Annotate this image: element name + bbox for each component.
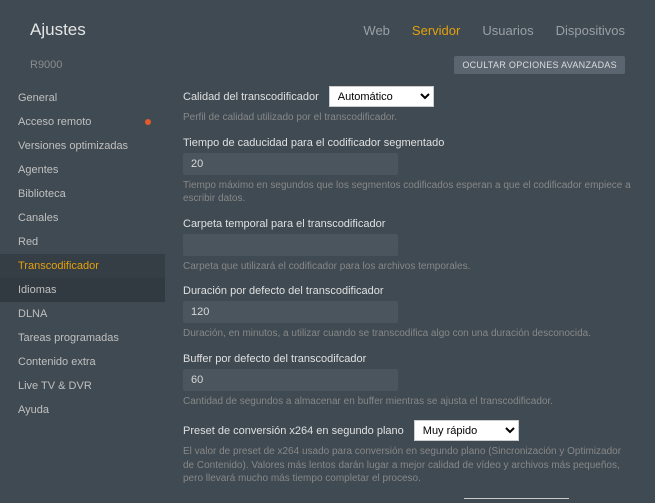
sidebar-item-label: General — [18, 92, 57, 104]
tempdir-input[interactable] — [183, 234, 398, 256]
alert-dot-icon — [145, 119, 151, 125]
sidebar-item-label: Agentes — [18, 164, 58, 176]
settings-form: Calidad del transcodificador Automático … — [165, 86, 655, 499]
sidebar-item-label: Tareas programadas — [18, 332, 119, 344]
timeout-label: Tiempo de caducidad para el codificador … — [183, 137, 633, 149]
sidebar-item-label: Contenido extra — [18, 356, 96, 368]
toggle-advanced-button[interactable]: OCULTAR OPCIONES AVANZADAS — [454, 56, 625, 74]
sidebar-item-acceso-remoto[interactable]: Acceso remoto — [0, 110, 165, 134]
sidebar-item-label: Acceso remoto — [18, 116, 91, 128]
sidebar-item-tareas-programadas[interactable]: Tareas programadas — [0, 326, 165, 350]
preset-label: Preset de conversión x264 en segundo pla… — [183, 425, 404, 437]
sidebar-item-general[interactable]: General — [0, 86, 165, 110]
sidebar-item-dlna[interactable]: DLNA — [0, 302, 165, 326]
sidebar-item-label: Red — [18, 236, 38, 248]
maxconv-select[interactable]: Ilimitado — [464, 498, 569, 500]
server-name: R9000 — [30, 59, 62, 71]
duration-label: Duración por defecto del transcodificado… — [183, 285, 633, 297]
tab-web[interactable]: Web — [363, 23, 390, 38]
preset-help: El valor de preset de x264 usado para co… — [183, 445, 633, 486]
sidebar-item-canales[interactable]: Canales — [0, 206, 165, 230]
quality-select[interactable]: Automático — [329, 86, 434, 107]
tab-dispositivos[interactable]: Dispositivos — [556, 23, 625, 38]
timeout-input[interactable] — [183, 153, 398, 175]
duration-input[interactable] — [183, 301, 398, 323]
buffer-input[interactable] — [183, 369, 398, 391]
sidebar-item-label: Idiomas — [18, 284, 57, 296]
sidebar-item-contenido-extra[interactable]: Contenido extra — [0, 350, 165, 374]
buffer-label: Buffer por defecto del transcodifcador — [183, 353, 633, 365]
header: Ajustes Web Servidor Usuarios Dispositiv… — [0, 0, 655, 50]
tab-usuarios[interactable]: Usuarios — [482, 23, 533, 38]
sidebar-item-transcodificador[interactable]: Transcodificador — [0, 254, 165, 278]
tabs: Web Servidor Usuarios Dispositivos — [363, 23, 625, 38]
sidebar: General Acceso remoto Versiones optimizada… — [0, 86, 165, 499]
sidebar-item-label: DLNA — [18, 308, 47, 320]
tab-servidor[interactable]: Servidor — [412, 23, 460, 38]
sidebar-item-label: Biblioteca — [18, 188, 66, 200]
sidebar-item-label: Canales — [18, 212, 58, 224]
quality-label: Calidad del transcodificador — [183, 91, 319, 103]
sidebar-item-live-tv-dvr[interactable]: Live TV & DVR — [0, 374, 165, 398]
duration-help: Duración, en minutos, a utilizar cuando … — [183, 327, 633, 341]
tempdir-help: Carpeta que utilizará el codificador par… — [183, 260, 633, 274]
sidebar-item-label: Versiones optimizadas — [18, 140, 128, 152]
sidebar-item-idiomas[interactable]: Idiomas — [0, 278, 165, 302]
sidebar-item-versiones-optimizadas[interactable]: Versiones optimizadas — [0, 134, 165, 158]
subheader: R9000 OCULTAR OPCIONES AVANZADAS — [0, 50, 655, 86]
sidebar-item-label: Transcodificador — [18, 260, 99, 272]
buffer-help: Cantidad de segundos a almacenar en buff… — [183, 395, 633, 409]
sidebar-item-label: Live TV & DVR — [18, 380, 92, 392]
sidebar-item-red[interactable]: Red — [0, 230, 165, 254]
sidebar-item-agentes[interactable]: Agentes — [0, 158, 165, 182]
page-title: Ajustes — [30, 20, 86, 40]
tempdir-label: Carpeta temporal para el transcodificado… — [183, 218, 633, 230]
sidebar-item-ayuda[interactable]: Ayuda — [0, 398, 165, 422]
sidebar-item-biblioteca[interactable]: Biblioteca — [0, 182, 165, 206]
preset-select[interactable]: Muy rápido — [414, 420, 519, 441]
sidebar-item-label: Ayuda — [18, 404, 49, 416]
quality-help: Perfil de calidad utilizado por el trans… — [183, 111, 633, 125]
timeout-help: Tiempo máximo en segundos que los segmen… — [183, 179, 633, 206]
